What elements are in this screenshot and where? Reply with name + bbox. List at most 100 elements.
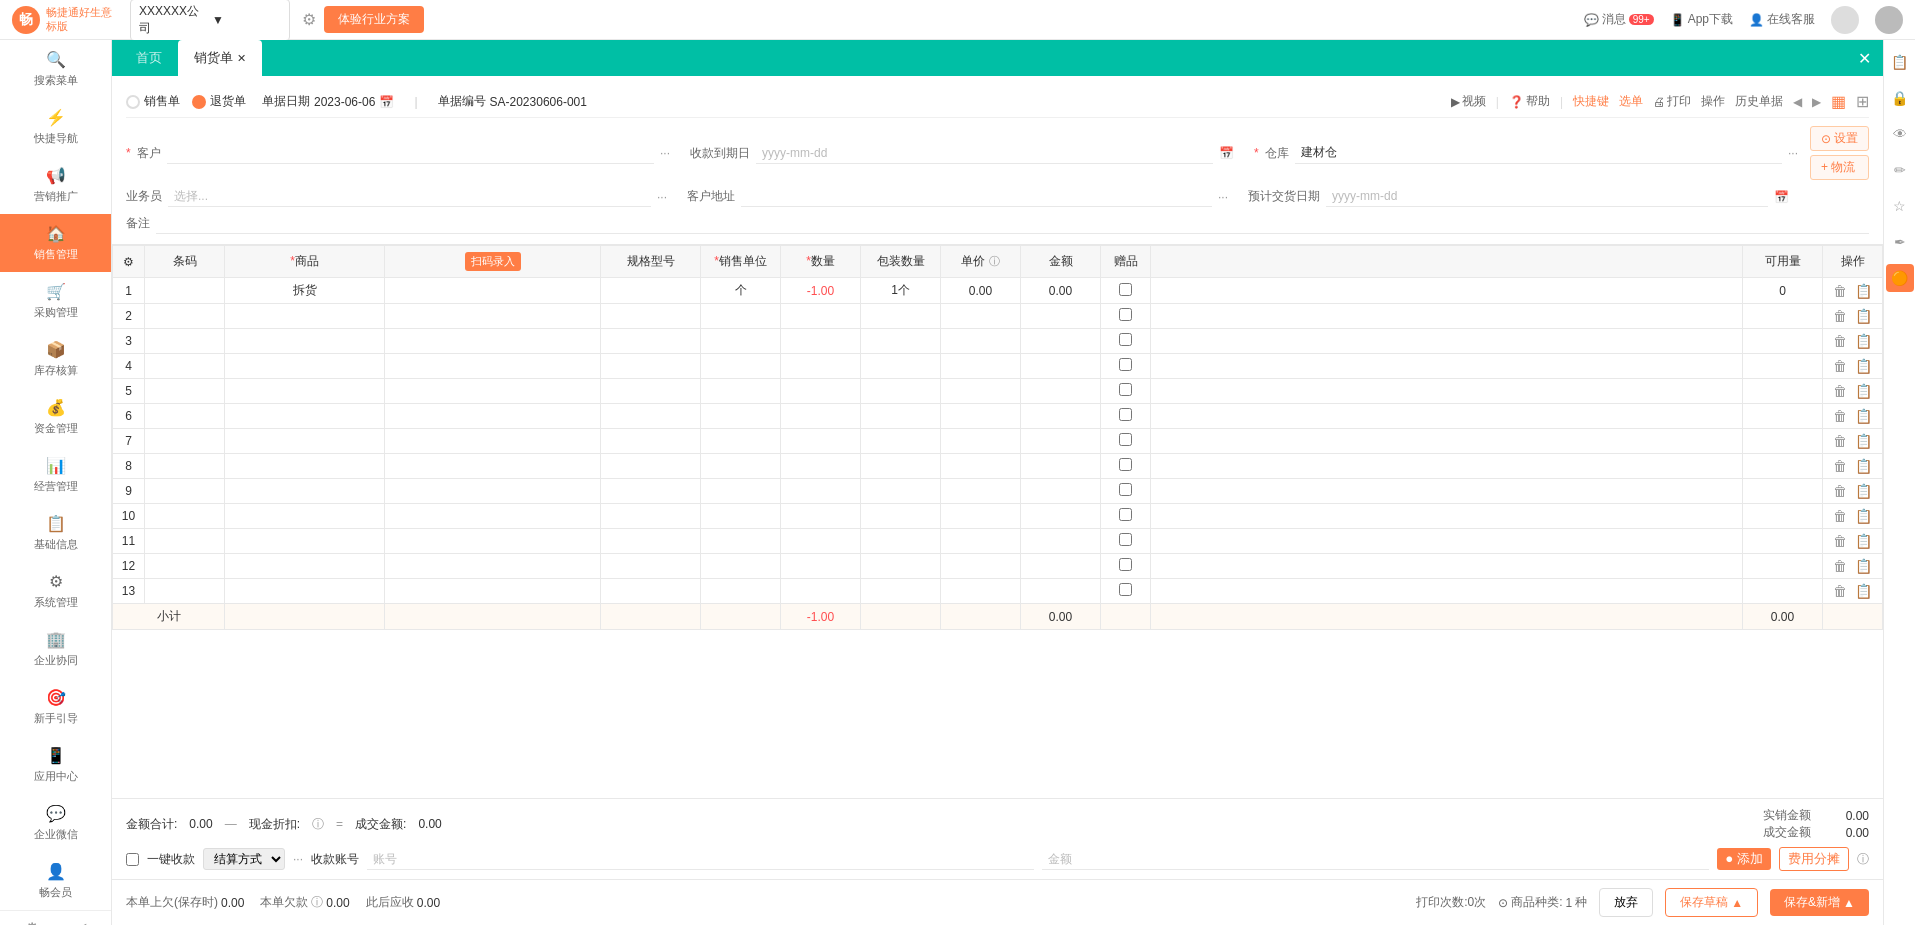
panel-icon-5[interactable]: ☆ (1886, 192, 1914, 220)
address-input[interactable] (741, 186, 1212, 207)
copy-row-btn[interactable]: 📋 (1853, 433, 1874, 449)
trial-button[interactable]: 体验行业方案 (324, 6, 424, 33)
sidebar-item-guide[interactable]: 🎯 新手引导 (0, 678, 111, 736)
scan-button[interactable]: 扫码录入 (465, 252, 521, 271)
one-click-payment-checkbox[interactable] (126, 853, 139, 866)
sidebar-item-purchase[interactable]: 🛒 采购管理 (0, 272, 111, 330)
print-btn[interactable]: 🖨 打印 (1653, 93, 1691, 110)
th-scan[interactable]: 扫码录入 (385, 246, 601, 278)
online-service-button[interactable]: 👤 在线客服 (1749, 11, 1815, 28)
panel-icon-2[interactable]: 🔒 (1886, 84, 1914, 112)
row-price[interactable]: 0.00 (941, 278, 1021, 304)
radio-sales[interactable]: 销售单 (126, 93, 180, 110)
copy-row-btn[interactable]: 📋 (1853, 408, 1874, 424)
delete-row-btn[interactable]: 🗑 (1831, 533, 1849, 549)
history-btn[interactable]: 历史单据 (1735, 93, 1783, 110)
payment-calendar-icon[interactable]: 📅 (1219, 146, 1234, 160)
delivery-calendar-icon[interactable]: 📅 (1774, 190, 1789, 204)
panel-icon-1[interactable]: 📋 (1886, 48, 1914, 76)
panel-icon-7[interactable]: 🟠 (1886, 264, 1914, 292)
tab-close-all-icon[interactable]: ✕ (1854, 45, 1875, 72)
delete-row-btn[interactable]: 🗑 (1831, 408, 1849, 424)
customer-dots-btn[interactable]: ··· (660, 146, 670, 160)
th-settings[interactable]: ⚙ (113, 246, 145, 278)
row-qty[interactable]: -1.00 (781, 278, 861, 304)
row-barcode[interactable] (145, 278, 225, 304)
fee-info-icon[interactable]: ⓘ (1857, 851, 1869, 868)
sidebar-item-enterprise[interactable]: 🏢 企业协同 (0, 620, 111, 678)
delete-row-btn[interactable]: 🗑 (1831, 508, 1849, 524)
delete-row-btn[interactable]: 🗑 (1831, 358, 1849, 374)
copy-row-btn[interactable]: 📋 (1853, 583, 1874, 599)
discard-button[interactable]: 放弃 (1599, 888, 1653, 917)
copy-row-btn[interactable]: 📋 (1853, 558, 1874, 574)
info-icon-owed[interactable]: ⓘ (311, 894, 323, 911)
calendar-icon[interactable]: 📅 (379, 95, 394, 109)
panel-icon-3[interactable]: 👁 (1886, 120, 1914, 148)
nav-prev-icon[interactable]: ◀ (1793, 95, 1802, 109)
sidebar-item-quick-nav[interactable]: ⚡ 快捷导航 (0, 98, 111, 156)
sidebar-item-sales[interactable]: 🏠 销售管理 (0, 214, 111, 272)
salesman-input[interactable] (168, 186, 651, 207)
salesman-dots-btn[interactable]: ··· (657, 190, 667, 204)
account-input[interactable] (367, 849, 1034, 870)
copy-row-btn[interactable]: 📋 (1853, 308, 1874, 324)
calc-method-select[interactable]: 结算方式 (203, 848, 285, 870)
copy-row-btn[interactable]: 📋 (1853, 358, 1874, 374)
copy-row-btn[interactable]: 📋 (1853, 283, 1874, 299)
sidebar-item-system[interactable]: ⚙ 系统管理 (0, 562, 111, 620)
sidebar-item-marketing[interactable]: 📢 营销推广 (0, 156, 111, 214)
copy-row-btn[interactable]: 📋 (1853, 458, 1874, 474)
settings-button[interactable]: ⊙ 设置 (1810, 126, 1869, 151)
warehouse-dots-btn[interactable]: ··· (1788, 146, 1798, 160)
copy-row-btn[interactable]: 📋 (1853, 533, 1874, 549)
row-amount[interactable]: 0.00 (1021, 278, 1101, 304)
tab-sales-order[interactable]: 销货单 ✕ (178, 40, 262, 76)
address-dots-btn[interactable]: ··· (1218, 190, 1228, 204)
amount-input[interactable] (1042, 849, 1709, 870)
delete-row-btn[interactable]: 🗑 (1831, 333, 1849, 349)
panel-icon-4[interactable]: ✏ (1886, 156, 1914, 184)
avatar-extra[interactable] (1875, 6, 1903, 34)
copy-row-btn[interactable]: 📋 (1853, 483, 1874, 499)
customer-input[interactable] (167, 143, 654, 164)
view-grid-icon[interactable]: ⊞ (1856, 92, 1869, 111)
remark-input[interactable] (156, 213, 1869, 234)
discount-info-icon[interactable]: ⓘ (312, 816, 324, 833)
delete-row-btn[interactable]: 🗑 (1831, 558, 1849, 574)
add-payment-button[interactable]: ● 添加 (1717, 848, 1771, 870)
goods-type[interactable]: ⊙ 商品种类: 1 种 (1498, 894, 1587, 911)
sidebar-item-basic[interactable]: 📋 基础信息 (0, 504, 111, 562)
settings-bottom-icon[interactable]: ⚙ (25, 919, 39, 925)
price-info-icon[interactable]: ⓘ (989, 255, 1000, 267)
help-btn[interactable]: ❓ 帮助 (1509, 93, 1550, 110)
delete-row-btn[interactable]: 🗑 (1831, 308, 1849, 324)
save-draft-button[interactable]: 保存草稿 ▲ (1665, 888, 1758, 917)
payment-date-input[interactable] (756, 143, 1213, 164)
select-btn[interactable]: 选单 (1619, 93, 1643, 110)
collapse-icon[interactable]: ◀ (74, 919, 86, 925)
save-new-button[interactable]: 保存&新增 ▲ (1770, 889, 1869, 916)
delete-row-btn[interactable]: 🗑 (1831, 483, 1849, 499)
delete-row-btn[interactable]: 🗑 (1831, 583, 1849, 599)
wuliu-button[interactable]: + 物流 (1810, 155, 1869, 180)
delete-row-btn[interactable]: 🗑 (1831, 433, 1849, 449)
row-product[interactable]: 拆货 (225, 278, 385, 304)
fee-split-button[interactable]: 费用分摊 (1779, 847, 1849, 871)
video-btn[interactable]: ▶ 视频 (1451, 93, 1486, 110)
sidebar-item-finance[interactable]: 💰 资金管理 (0, 388, 111, 446)
message-button[interactable]: 💬 消息 99+ (1584, 11, 1654, 28)
shortcut-btn[interactable]: 快捷键 (1573, 93, 1609, 110)
delete-row-btn[interactable]: 🗑 (1831, 458, 1849, 474)
sidebar-item-search[interactable]: 🔍 搜索菜单 (0, 40, 111, 98)
sidebar-item-member[interactable]: 👤 畅会员 (0, 852, 111, 910)
row-spec[interactable] (601, 278, 701, 304)
delivery-input[interactable] (1326, 186, 1768, 207)
warehouse-input[interactable] (1295, 143, 1782, 164)
delete-row-btn[interactable]: 🗑 (1831, 283, 1849, 299)
sidebar-item-wechat[interactable]: 💬 企业微信 (0, 794, 111, 852)
copy-row-btn[interactable]: 📋 (1853, 333, 1874, 349)
copy-row-btn[interactable]: 📋 (1853, 383, 1874, 399)
sidebar-item-operation[interactable]: 📊 经营管理 (0, 446, 111, 504)
avatar[interactable] (1831, 6, 1859, 34)
